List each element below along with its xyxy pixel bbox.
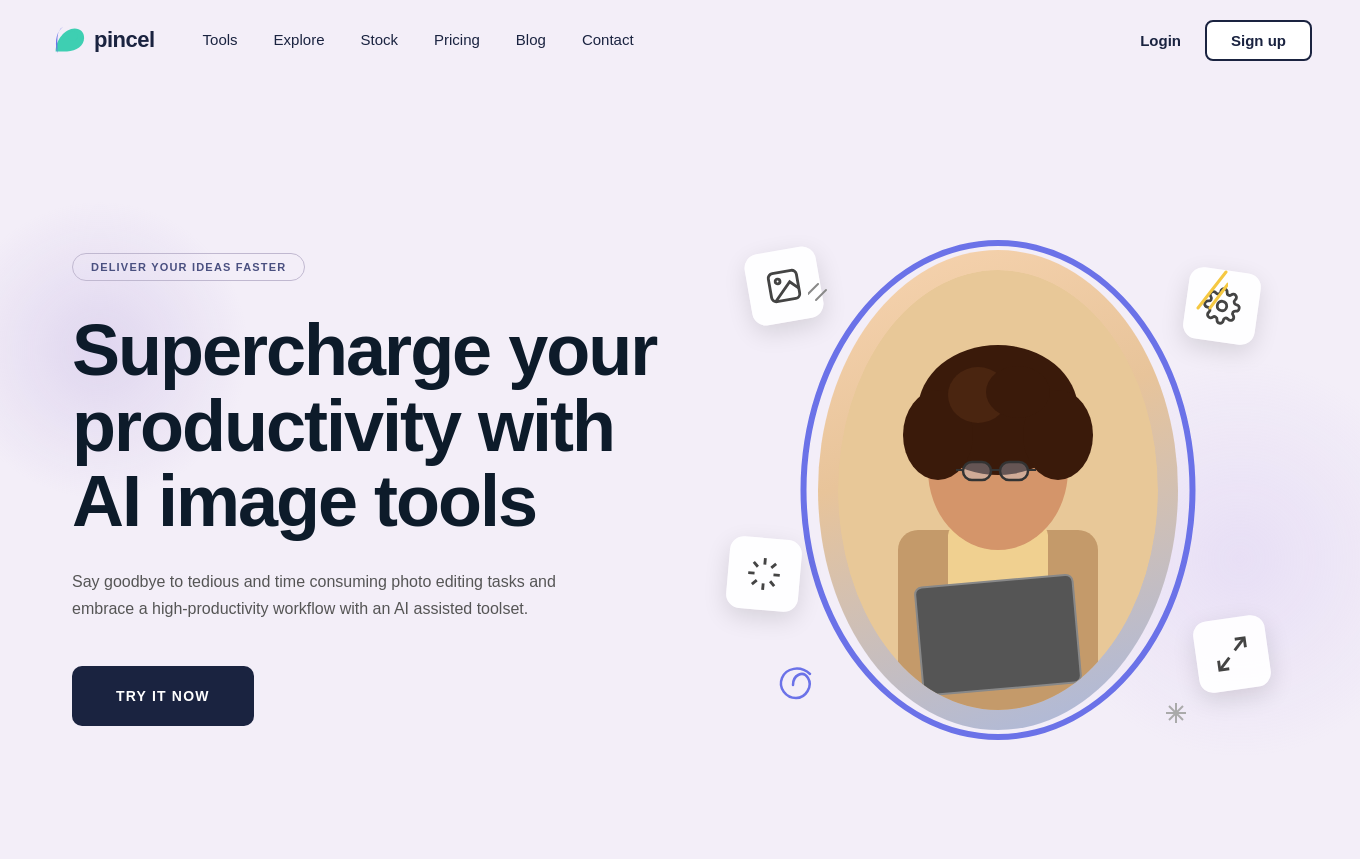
svg-line-30 <box>808 284 818 294</box>
hero-description: Say goodbye to tedious and time consumin… <box>72 568 592 622</box>
hero-title: Supercharge your productivity with AI im… <box>72 313 672 540</box>
nav-item-tools[interactable]: Tools <box>203 31 238 49</box>
nav-link-contact[interactable]: Contact <box>582 31 634 48</box>
svg-line-21 <box>763 583 764 589</box>
logo-text: pincel <box>94 27 155 53</box>
hero-visual <box>708 190 1288 790</box>
svg-rect-11 <box>1000 462 1028 480</box>
logo-icon <box>48 21 86 59</box>
svg-line-23 <box>770 581 775 586</box>
nav-item-explore[interactable]: Explore <box>274 31 325 49</box>
svg-line-24 <box>748 572 754 573</box>
nav-links: Tools Explore Stock Pricing Blog Contact <box>203 31 634 49</box>
star-icon <box>1164 701 1188 725</box>
loading-icon <box>743 553 784 594</box>
svg-point-18 <box>775 278 781 284</box>
nav-left: pincel Tools Explore Stock Pricing Blog … <box>48 21 634 59</box>
login-button[interactable]: Login <box>1140 32 1181 49</box>
svg-line-22 <box>753 561 758 566</box>
try-it-now-button[interactable]: TRY IT NOW <box>72 666 254 726</box>
nav-link-blog[interactable]: Blog <box>516 31 546 48</box>
expand-icon <box>1211 632 1254 675</box>
deco-lines-topright <box>1196 270 1228 310</box>
svg-rect-10 <box>963 462 991 480</box>
float-card-loading <box>725 534 803 612</box>
hero-section: DELIVER YOUR IDEAS FASTER Supercharge yo… <box>0 80 1360 859</box>
signup-button[interactable]: Sign up <box>1205 20 1312 61</box>
hero-person <box>838 270 1158 710</box>
nav-link-pricing[interactable]: Pricing <box>434 31 480 48</box>
image-icon <box>762 263 806 307</box>
nav-link-stock[interactable]: Stock <box>360 31 398 48</box>
nav-item-pricing[interactable]: Pricing <box>434 31 480 49</box>
hero-badge: DELIVER YOUR IDEAS FASTER <box>72 253 305 281</box>
nav-right: Login Sign up <box>1140 20 1312 61</box>
nav-item-stock[interactable]: Stock <box>360 31 398 49</box>
deco-lines-topleft <box>808 280 836 308</box>
deco-spiral <box>768 660 818 710</box>
person-svg <box>838 270 1158 710</box>
deco-star <box>1164 701 1188 730</box>
hero-content: DELIVER YOUR IDEAS FASTER Supercharge yo… <box>72 253 672 726</box>
float-card-expand <box>1191 613 1272 694</box>
navbar: pincel Tools Explore Stock Pricing Blog … <box>0 0 1360 80</box>
svg-line-20 <box>765 558 766 564</box>
svg-line-26 <box>752 579 757 584</box>
nav-item-blog[interactable]: Blog <box>516 31 546 49</box>
nav-link-explore[interactable]: Explore <box>274 31 325 48</box>
svg-line-25 <box>773 574 779 575</box>
svg-rect-16 <box>916 575 1081 694</box>
svg-point-0 <box>68 31 78 41</box>
logo[interactable]: pincel <box>48 21 155 59</box>
nav-item-contact[interactable]: Contact <box>582 31 634 49</box>
nav-link-tools[interactable]: Tools <box>203 31 238 48</box>
svg-point-9 <box>986 366 1050 418</box>
svg-line-27 <box>771 563 776 568</box>
svg-line-31 <box>816 290 826 300</box>
